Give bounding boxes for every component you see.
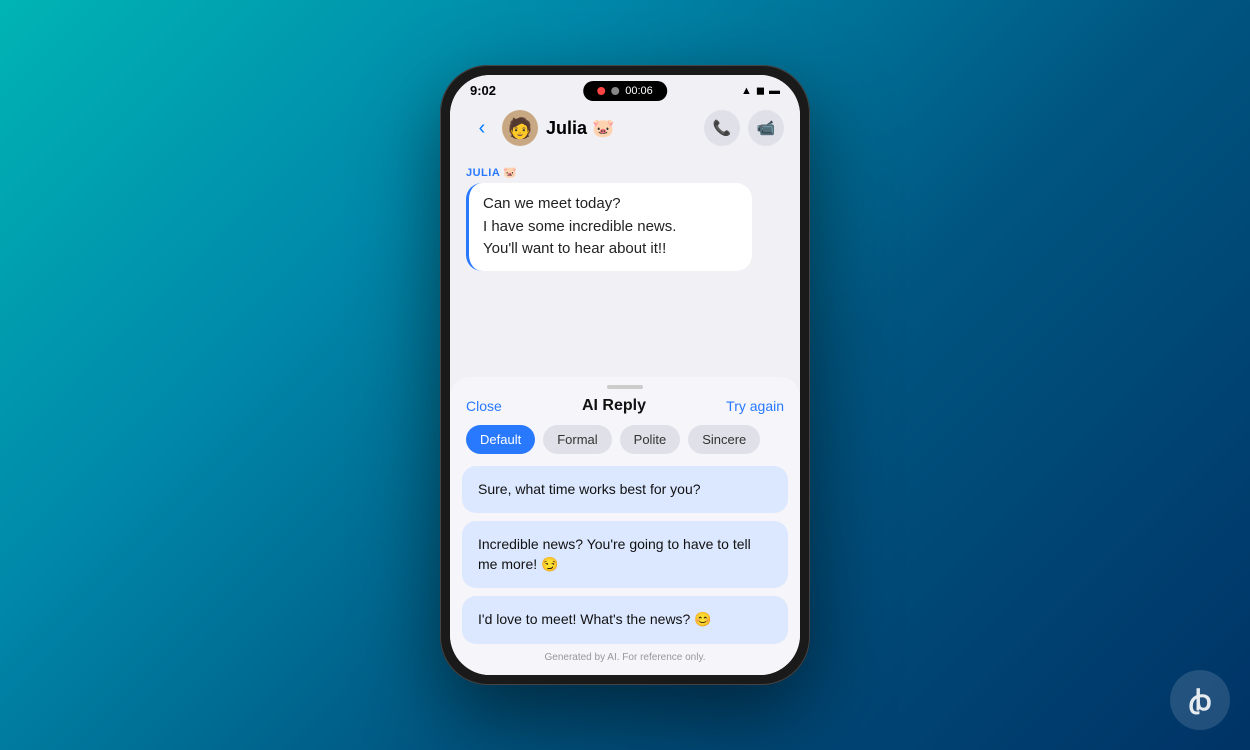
avatar: 🧑 bbox=[502, 110, 538, 146]
nav-bar: ‹ 🧑 Julia 🐷 📞 📹 bbox=[450, 102, 800, 156]
record-dot bbox=[597, 87, 605, 95]
call-button[interactable]: 📞 bbox=[704, 110, 740, 146]
signal-icon: ◼ bbox=[756, 84, 765, 97]
back-button[interactable]: ‹ bbox=[466, 112, 498, 144]
message-line1: Can we meet today? bbox=[483, 195, 621, 212]
reply-option-1[interactable]: Sure, what time works best for you? bbox=[462, 466, 788, 514]
brand-watermark: ꞗ bbox=[1170, 670, 1230, 730]
try-again-button[interactable]: Try again bbox=[726, 398, 784, 414]
message-text: Can we meet today? I have some incredibl… bbox=[483, 193, 738, 261]
camera-dot bbox=[611, 87, 619, 95]
message-line3: You'll want to hear about it!! bbox=[483, 240, 666, 257]
reply-option-3[interactable]: I'd love to meet! What's the news? 😊 bbox=[462, 596, 788, 644]
ai-reply-panel: Close AI Reply Try again Default Formal … bbox=[450, 377, 800, 675]
tone-selector: Default Formal Polite Sincere bbox=[450, 425, 800, 466]
video-button[interactable]: 📹 bbox=[748, 110, 784, 146]
phone-frame: 9:02 00:06 ▲ ◼ ▬ ‹ 🧑 Julia 🐷 bbox=[440, 65, 810, 685]
status-bar: 9:02 00:06 ▲ ◼ ▬ bbox=[450, 75, 800, 102]
nav-actions: 📞 📹 bbox=[704, 110, 784, 146]
status-icons: ▲ ◼ ▬ bbox=[741, 84, 780, 97]
sender-label: JULIA 🐷 bbox=[466, 166, 784, 179]
wifi-icon: ▲ bbox=[741, 85, 752, 97]
nav-contact: 🧑 Julia 🐷 bbox=[502, 110, 704, 146]
tone-sincere[interactable]: Sincere bbox=[688, 425, 760, 454]
reply-options: Sure, what time works best for you? Incr… bbox=[450, 466, 800, 644]
back-icon: ‹ bbox=[479, 117, 486, 140]
contact-name: Julia 🐷 bbox=[546, 118, 614, 139]
tone-formal[interactable]: Formal bbox=[543, 425, 611, 454]
tone-polite[interactable]: Polite bbox=[620, 425, 681, 454]
video-icon: 📹 bbox=[757, 119, 776, 137]
drag-handle bbox=[450, 377, 800, 393]
brand-circle: ꞗ bbox=[1170, 670, 1230, 730]
ai-reply-title: AI Reply bbox=[582, 397, 646, 415]
close-button[interactable]: Close bbox=[466, 398, 502, 414]
brand-logo: ꞗ bbox=[1188, 681, 1211, 719]
message-line2: I have some incredible news. bbox=[483, 218, 676, 235]
battery-icon: ▬ bbox=[769, 85, 780, 97]
status-notch: 00:06 bbox=[583, 81, 667, 101]
ai-footer: Generated by AI. For reference only. bbox=[450, 644, 800, 663]
ai-reply-header: Close AI Reply Try again bbox=[450, 393, 800, 425]
phone-screen: 9:02 00:06 ▲ ◼ ▬ ‹ 🧑 Julia 🐷 bbox=[450, 75, 800, 675]
reply-option-2[interactable]: Incredible news? You're going to have to… bbox=[462, 521, 788, 588]
call-icon: 📞 bbox=[713, 119, 732, 137]
status-time: 9:02 bbox=[470, 83, 496, 98]
message-area: JULIA 🐷 Can we meet today? I have some i… bbox=[450, 156, 800, 377]
tone-default[interactable]: Default bbox=[466, 425, 535, 454]
call-timer: 00:06 bbox=[625, 85, 653, 97]
message-bubble: Can we meet today? I have some incredibl… bbox=[466, 183, 752, 271]
handle-bar bbox=[607, 385, 643, 389]
